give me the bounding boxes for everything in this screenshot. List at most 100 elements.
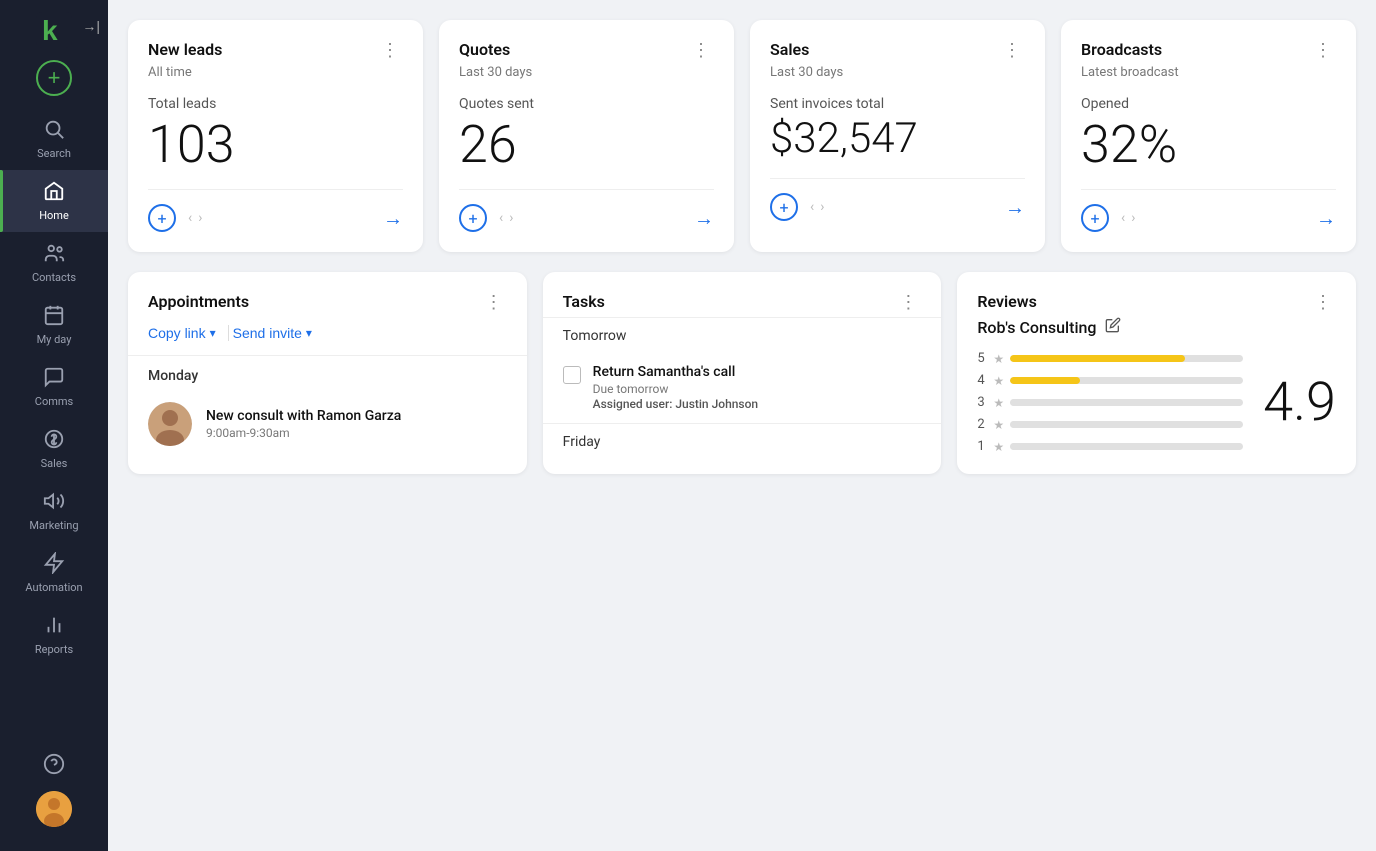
sales-title: Sales [770, 40, 809, 59]
bottom-cards-grid: Appointments ⋮ Copy link ▾ Send invite ▾… [128, 272, 1356, 474]
sidebar-bottom [36, 753, 72, 839]
sales-arrow-button[interactable]: → [1005, 195, 1025, 220]
appointments-card-header: Appointments ⋮ [128, 272, 527, 313]
sales-prev-button[interactable]: ‹ [810, 199, 814, 215]
new-leads-card-header: New leads ⋮ [148, 40, 403, 61]
user-avatar[interactable] [36, 791, 72, 827]
review-bar-3: 3 ★ [977, 395, 1243, 410]
new-leads-add-button[interactable]: + [148, 204, 176, 232]
broadcasts-card-footer: + ‹ › → [1081, 189, 1336, 232]
quotes-prev-button[interactable]: ‹ [499, 210, 503, 226]
sidebar-item-search[interactable]: Search [0, 108, 108, 170]
reviews-bars: 5 ★ 4 ★ 3 ★ [977, 351, 1243, 454]
task-checkbox[interactable] [563, 366, 581, 384]
new-leads-arrow-button[interactable]: → [383, 206, 403, 231]
calendar-icon [43, 304, 65, 329]
task-name: Return Samantha's call [593, 364, 758, 380]
sidebar: →| k + Search Home Contacts [0, 0, 108, 851]
quotes-subtitle: Last 30 days [459, 65, 714, 80]
task-assigned: Assigned user: Justin Johnson [593, 397, 758, 411]
new-leads-metric-label: Total leads [148, 96, 403, 112]
marketing-icon [43, 490, 65, 515]
appointments-title: Appointments [148, 292, 249, 311]
appointments-actions: Copy link ▾ Send invite ▾ [128, 313, 527, 356]
quotes-more-button[interactable]: ⋮ [688, 40, 714, 61]
appointments-day-label: Monday [128, 356, 527, 392]
quotes-next-button[interactable]: › [509, 210, 513, 226]
sales-more-button[interactable]: ⋮ [999, 40, 1025, 61]
send-invite-chevron-icon: ▾ [306, 326, 312, 340]
reports-icon [43, 614, 65, 639]
app-logo: k [36, 12, 72, 52]
broadcasts-arrow-button[interactable]: → [1316, 206, 1336, 231]
broadcasts-more-button[interactable]: ⋮ [1310, 40, 1336, 61]
sidebar-item-comms[interactable]: Comms [0, 356, 108, 418]
broadcasts-add-button[interactable]: + [1081, 204, 1109, 232]
reviews-edit-icon[interactable] [1105, 317, 1121, 337]
star-icon-2: ★ [993, 418, 1004, 432]
new-leads-prev-button[interactable]: ‹ [188, 210, 192, 226]
review-bar-2: 2 ★ [977, 417, 1243, 432]
reviews-card-header: Reviews ⋮ [977, 292, 1336, 313]
appointments-more-button[interactable]: ⋮ [481, 292, 507, 313]
appointment-item: New consult with Ramon Garza 9:00am-9:30… [128, 392, 527, 456]
review-bar-track-2 [1010, 421, 1243, 428]
broadcasts-card-header: Broadcasts ⋮ [1081, 40, 1336, 61]
reviews-score: 4.9 [1263, 376, 1336, 430]
sales-add-button[interactable]: + [770, 193, 798, 221]
home-icon [43, 180, 65, 205]
help-button[interactable] [43, 753, 65, 779]
new-leads-card: New leads ⋮ All time Total leads 103 + ‹… [128, 20, 423, 252]
task-item: Return Samantha's call Due tomorrow Assi… [543, 352, 942, 423]
sidebar-collapse-button[interactable]: →| [82, 18, 100, 34]
sidebar-item-my-day[interactable]: My day [0, 294, 108, 356]
new-leads-nav: ‹ › [188, 210, 202, 226]
tasks-more-button[interactable]: ⋮ [895, 292, 921, 313]
review-bar-5: 5 ★ [977, 351, 1243, 366]
sidebar-item-automation[interactable]: Automation [0, 542, 108, 604]
copy-link-button[interactable]: Copy link ▾ [148, 325, 224, 341]
tasks-section-friday: Friday [543, 423, 942, 458]
sidebar-item-reports[interactable]: Reports [0, 604, 108, 666]
quotes-arrow-button[interactable]: → [694, 206, 714, 231]
task-due: Due tomorrow [593, 382, 758, 396]
new-leads-more-button[interactable]: ⋮ [377, 40, 403, 61]
add-button[interactable]: + [36, 60, 72, 96]
comms-icon [43, 366, 65, 391]
broadcasts-next-button[interactable]: › [1131, 210, 1135, 226]
new-leads-subtitle: All time [148, 65, 403, 80]
send-invite-button[interactable]: Send invite ▾ [233, 325, 320, 341]
quotes-metric-value: 26 [459, 116, 714, 173]
appointment-time: 9:00am-9:30am [206, 426, 401, 440]
tasks-title: Tasks [563, 292, 605, 311]
broadcasts-metric-label: Opened [1081, 96, 1336, 112]
sidebar-item-contacts[interactable]: Contacts [0, 232, 108, 294]
review-bar-track-1 [1010, 443, 1243, 450]
broadcasts-title: Broadcasts [1081, 40, 1162, 59]
tasks-section-tomorrow: Tomorrow [543, 317, 942, 352]
appointments-card: Appointments ⋮ Copy link ▾ Send invite ▾… [128, 272, 527, 474]
star-icon-3: ★ [993, 396, 1004, 410]
sales-metric-label: Sent invoices total [770, 96, 1025, 112]
new-leads-card-footer: + ‹ › → [148, 189, 403, 232]
quotes-nav: ‹ › [499, 210, 513, 226]
sidebar-item-home[interactable]: Home [0, 170, 108, 232]
review-bar-track-3 [1010, 399, 1243, 406]
quotes-card-header: Quotes ⋮ [459, 40, 714, 61]
sidebar-item-marketing[interactable]: Marketing [0, 480, 108, 542]
quotes-add-button[interactable]: + [459, 204, 487, 232]
reviews-card: Reviews ⋮ Rob's Consulting 5 ★ [957, 272, 1356, 474]
broadcasts-prev-button[interactable]: ‹ [1121, 210, 1125, 226]
reviews-more-button[interactable]: ⋮ [1310, 292, 1336, 313]
review-bar-1: 1 ★ [977, 439, 1243, 454]
new-leads-next-button[interactable]: › [198, 210, 202, 226]
broadcasts-card: Broadcasts ⋮ Latest broadcast Opened 32%… [1061, 20, 1356, 252]
star-icon-4: ★ [993, 374, 1004, 388]
sidebar-nav: Search Home Contacts My day [0, 108, 108, 753]
automation-icon [43, 552, 65, 577]
tasks-card-header: Tasks ⋮ [543, 272, 942, 313]
sales-next-button[interactable]: › [820, 199, 824, 215]
sidebar-item-sales[interactable]: Sales [0, 418, 108, 480]
tasks-card: Tasks ⋮ Tomorrow Return Samantha's call … [543, 272, 942, 474]
quotes-card-footer: + ‹ › → [459, 189, 714, 232]
